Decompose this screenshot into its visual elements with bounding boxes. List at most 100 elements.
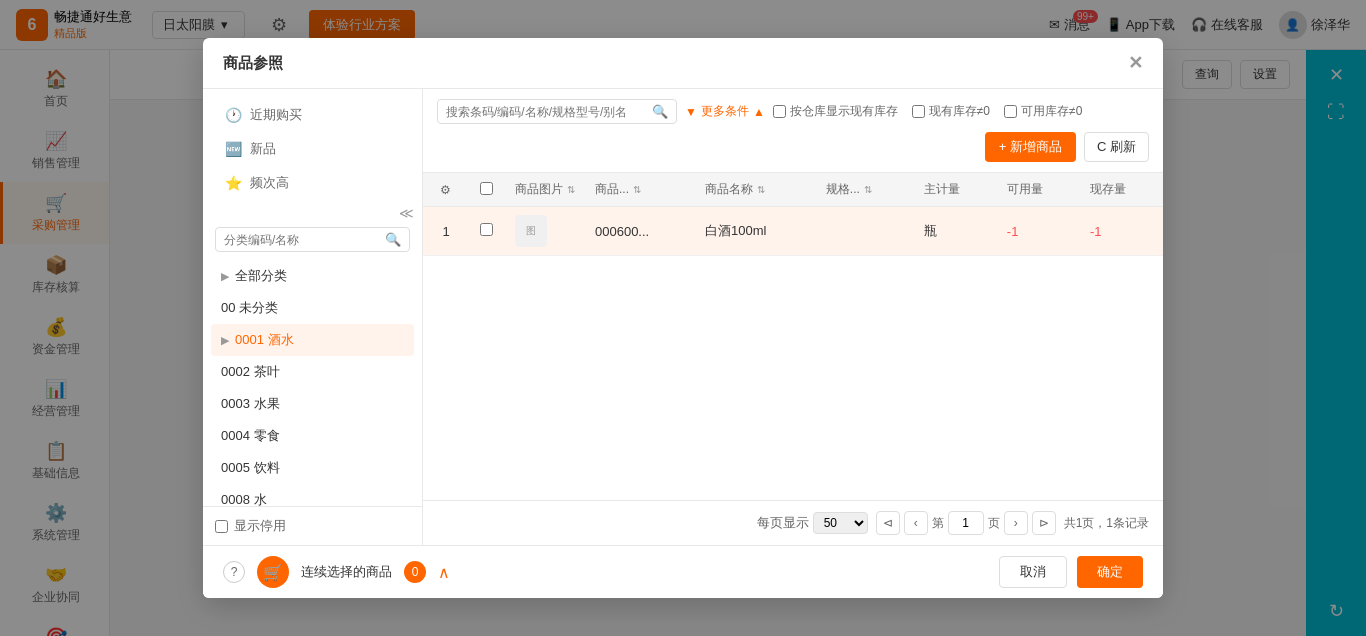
cart-count-badge: 0	[404, 561, 426, 583]
page-first-btn[interactable]: ⊲	[876, 511, 900, 535]
tab-recent-purchase[interactable]: 🕐 近期购买	[215, 99, 410, 131]
sort-code[interactable]: 商品... ⇅	[595, 181, 685, 198]
category-item-5[interactable]: 0005 饮料	[211, 452, 414, 484]
show-disabled-input[interactable]	[215, 520, 228, 533]
cart-icon-btn[interactable]: 🛒	[257, 556, 289, 588]
modal-bottom-bar: ? 🛒 连续选择的商品 0 ∧ 取消 确定	[203, 545, 1163, 598]
cat5-label: 0005 饮料	[221, 459, 280, 477]
refresh-btn[interactable]: C 刷新	[1084, 132, 1149, 162]
checkbox-stock-label: 现有库存≠0	[929, 103, 990, 120]
modal-quick-tabs: 🕐 近期购买 🆕 新品 ⭐ 频次高	[203, 89, 422, 205]
col-gear: ⚙	[423, 173, 469, 207]
product-search-box[interactable]: 🔍	[437, 99, 677, 124]
category-item-4[interactable]: 0004 零食	[211, 420, 414, 452]
row-select-checkbox[interactable]	[480, 223, 493, 236]
sort-name[interactable]: 商品名称 ⇅	[705, 181, 806, 198]
category-item-all[interactable]: ▶ 全部分类	[211, 260, 414, 292]
tab-recent-label: 近期购买	[250, 106, 302, 124]
table-row[interactable]: 1 图 000600... 白酒100ml 瓶	[423, 207, 1163, 256]
cat1-label: 0001 酒水	[235, 331, 294, 349]
page-navigation: ⊲ ‹ 第 页 › ⊳	[876, 511, 1056, 535]
modal-action-buttons: 取消 确定	[999, 556, 1143, 588]
more-filters-btn[interactable]: ▼ 更多条件 ▲	[685, 103, 765, 120]
help-icon[interactable]: ?	[223, 561, 245, 583]
sort-img[interactable]: 商品图片 ⇅	[515, 181, 575, 198]
show-disabled-checkbox[interactable]: 显示停用	[215, 517, 410, 535]
row-spec-cell	[816, 207, 914, 256]
confirm-btn[interactable]: 确定	[1077, 556, 1143, 588]
category-item-3[interactable]: 0003 水果	[211, 388, 414, 420]
category-item-1[interactable]: ▶ 0001 酒水	[211, 324, 414, 356]
checkbox-warehouse-input[interactable]	[773, 105, 786, 118]
page-size-select[interactable]: 10 20 50 100	[813, 512, 868, 534]
category-search-icon[interactable]: 🔍	[385, 232, 401, 247]
page-size-selector: 每页显示 10 20 50 100	[757, 512, 868, 534]
cancel-btn[interactable]: 取消	[999, 556, 1067, 588]
cat6-label: 0008 水	[221, 491, 267, 506]
page-next-btn[interactable]: ›	[1004, 511, 1028, 535]
modal-header: 商品参照 ✕	[203, 38, 1163, 89]
checkbox-available[interactable]: 可用库存≠0	[1004, 103, 1082, 120]
modal-overlay: 商品参照 ✕ 🕐 近期购买 🆕 新品 ⭐ 频次高	[0, 0, 1366, 636]
tab-high-frequency[interactable]: ⭐ 频次高	[215, 167, 410, 199]
product-search-input[interactable]	[446, 105, 652, 119]
col-header-name: 商品名称 ⇅	[695, 173, 816, 207]
col-header-stock: 现存量	[1080, 173, 1163, 207]
col-header-code: 商品... ⇅	[585, 173, 695, 207]
checkbox-stock[interactable]: 现有库存≠0	[912, 103, 990, 120]
table-header-row: ⚙ 商品图片 ⇅	[423, 173, 1163, 207]
checkbox-available-input[interactable]	[1004, 105, 1017, 118]
filter-icon: ▼	[685, 105, 697, 119]
filter-checkboxes: 按仓库显示现有库存 现有库存≠0 可用库存≠0	[773, 103, 1083, 120]
checkbox-stock-input[interactable]	[912, 105, 925, 118]
tab-new-product[interactable]: 🆕 新品	[215, 133, 410, 165]
product-search-icon[interactable]: 🔍	[652, 104, 668, 119]
col-spec-label: 规格...	[826, 181, 860, 198]
recent-purchase-icon: 🕐	[225, 107, 242, 123]
filter-label: 更多条件	[701, 103, 749, 120]
category-item-6[interactable]: 0008 水	[211, 484, 414, 506]
col-select-all	[469, 173, 505, 207]
col-header-available: 可用量	[997, 173, 1080, 207]
add-product-btn[interactable]: + 新增商品	[985, 132, 1076, 162]
col-header-spec: 规格... ⇅	[816, 173, 914, 207]
sort-spec-icon: ⇅	[864, 184, 872, 195]
page-suffix: 页	[988, 515, 1000, 532]
row-code-cell: 000600...	[585, 207, 695, 256]
select-all-checkbox[interactable]	[480, 182, 493, 195]
col-header-unit: 主计量	[914, 173, 997, 207]
modal-toolbar: 🔍 ▼ 更多条件 ▲ 按仓库显示现有库存 现	[423, 89, 1163, 173]
category-search-box[interactable]: 🔍	[215, 227, 410, 252]
checkbox-warehouse-label: 按仓库显示现有库存	[790, 103, 898, 120]
checkbox-warehouse[interactable]: 按仓库显示现有库存	[773, 103, 898, 120]
col-name-label: 商品名称	[705, 181, 753, 198]
sort-spec[interactable]: 规格... ⇅	[826, 181, 904, 198]
stock-value: -1	[1090, 224, 1102, 239]
row-img-cell: 图	[505, 207, 585, 256]
page-last-btn[interactable]: ⊳	[1032, 511, 1056, 535]
col-header-img: 商品图片 ⇅	[505, 173, 585, 207]
collapse-left-btn[interactable]: ≪	[399, 205, 414, 221]
category-list: ▶ 全部分类 00 未分类 ▶ 0001 酒水 0002 茶叶 0003 水果	[203, 260, 422, 506]
row-index: 1	[423, 207, 469, 256]
sort-name-icon: ⇅	[757, 184, 765, 195]
expand-arrow-icon: ▶	[221, 270, 229, 283]
gear-settings-icon[interactable]: ⚙	[440, 183, 451, 197]
row-unit-cell: 瓶	[914, 207, 997, 256]
modal-close-button[interactable]: ✕	[1128, 52, 1143, 74]
page-total-info: 共1页，1条记录	[1064, 515, 1149, 532]
available-value: -1	[1007, 224, 1019, 239]
page-label: 第	[932, 515, 944, 532]
page-prev-btn[interactable]: ‹	[904, 511, 928, 535]
product-table-wrap: ⚙ 商品图片 ⇅	[423, 173, 1163, 500]
col-img-label: 商品图片	[515, 181, 563, 198]
category-item-0[interactable]: 00 未分类	[211, 292, 414, 324]
modal-title: 商品参照	[223, 54, 283, 73]
category-search-input[interactable]	[224, 233, 385, 247]
product-table: ⚙ 商品图片 ⇅	[423, 173, 1163, 256]
page-number-input[interactable]	[948, 511, 984, 535]
collapse-up-icon[interactable]: ∧	[438, 563, 450, 582]
modal-body: 🕐 近期购买 🆕 新品 ⭐ 频次高 ≪	[203, 89, 1163, 545]
category-item-2[interactable]: 0002 茶叶	[211, 356, 414, 388]
col-available-label: 可用量	[1007, 182, 1043, 196]
